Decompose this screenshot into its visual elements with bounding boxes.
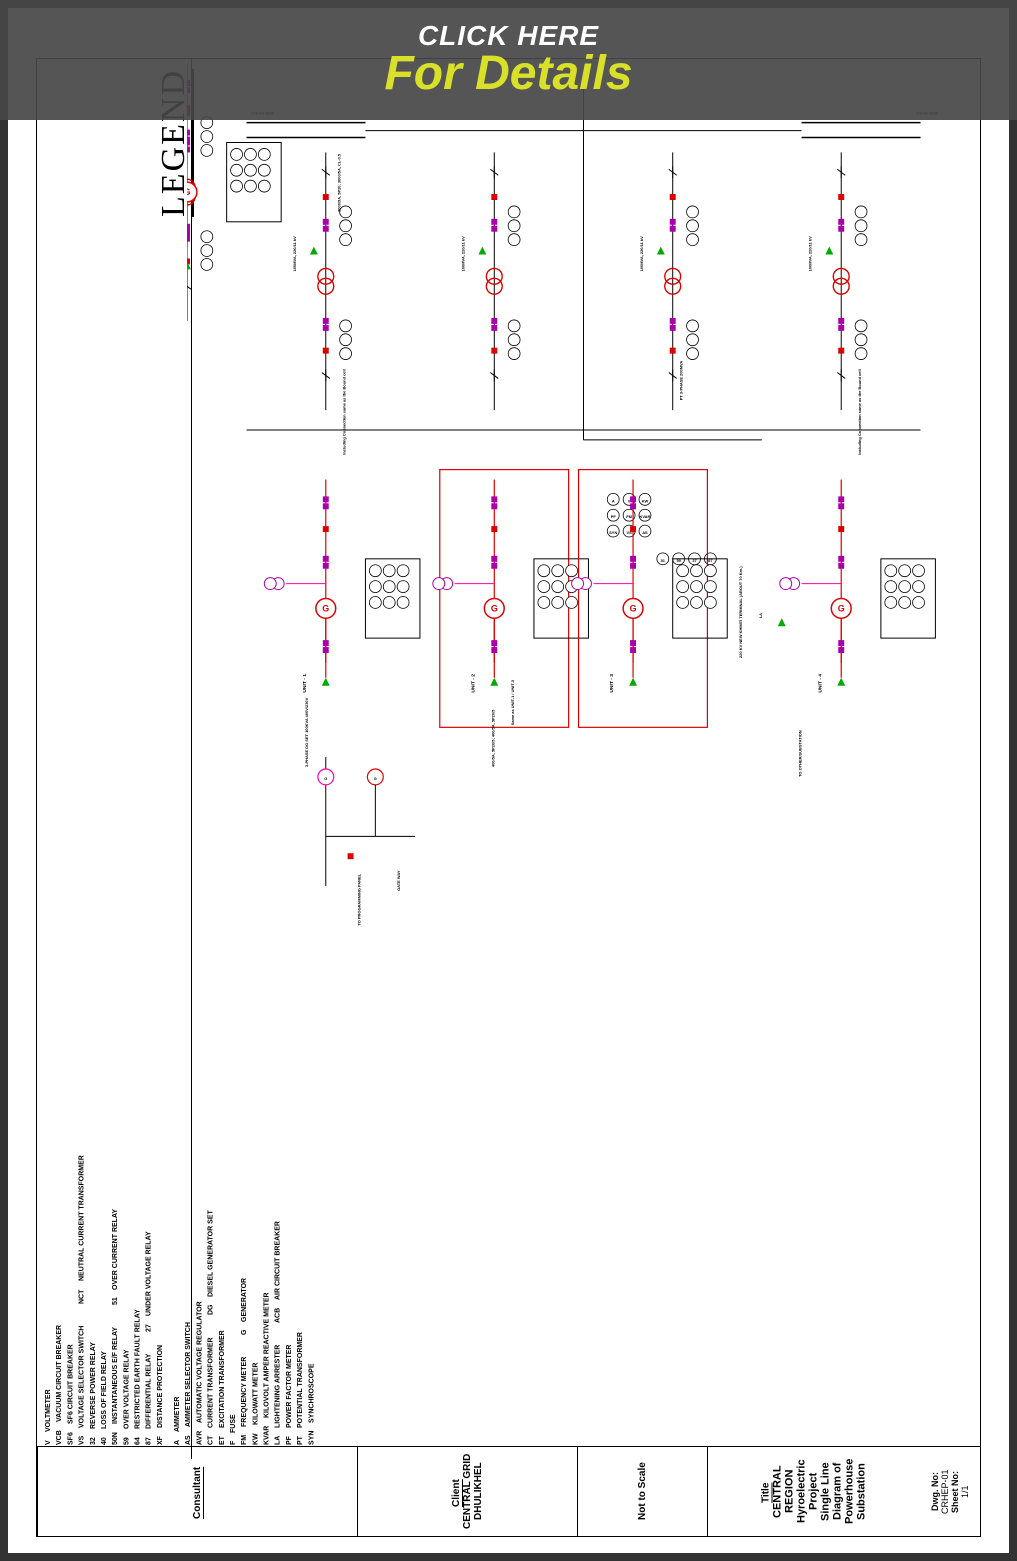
svg-text:KW: KW: [642, 498, 649, 503]
legend-item: XF DISTANCE PROTECTION: [157, 1341, 164, 1445]
legend-item: 32 REVERSE POWER RELAY: [90, 1338, 97, 1445]
legend-item: FM FREQUENCY METER: [241, 1353, 248, 1445]
svg-text:PF: PF: [611, 514, 617, 519]
legend-item: 27 UNDER VOLTAGE RELAY: [146, 1228, 153, 1332]
legend-item: PF POWER FACTOR METER: [286, 1341, 293, 1445]
svg-text:AS: AS: [642, 530, 648, 535]
legend-item: ACB AIR CIRCUIT BREAKER: [275, 1217, 282, 1323]
bay-2: [478, 152, 520, 410]
legend-item: AS AMMETER SELECTOR SWITCH: [185, 1319, 192, 1446]
legend-item: SF6 SF6 CIRCUIT BREAKER: [67, 1341, 74, 1445]
grounding-note-1: Including Connection same as the Bound c…: [342, 369, 347, 454]
svg-text:A: A: [612, 498, 615, 503]
ct-spec-2: 400/5A, 5P20/5; 400/5A, 5P20/5: [490, 709, 495, 767]
grounding-note-2: Including Connection same as the Bound c…: [857, 369, 862, 454]
single-line-diagram: G 220 KV BUS 220 KV BUS LA: [187, 59, 980, 1019]
legend-item: 59 OVER VOLTAGE RELAY: [123, 1346, 130, 1445]
unit-1: UNIT - 1: [264, 480, 420, 693]
legend-item: DG DIESEL GENERATOR SET: [208, 1206, 215, 1315]
svg-text:GATE WAY: GATE WAY: [396, 870, 401, 891]
svg-text:UNIT - 2: UNIT - 2: [470, 674, 476, 693]
unit-2: UNIT - 2 Same as UNIT-1 / UNIT-3: [433, 480, 589, 726]
xfmr1-spec: 100MVA, 220/11 kV: [292, 236, 297, 271]
xfmr3-spec: 100MVA, 220/11 kV: [639, 236, 644, 271]
tb-consultant: Consultant: [37, 1447, 357, 1536]
legend-item: NCT NEUTRAL CURRENT TRANSFORMER: [79, 1152, 86, 1304]
unit-2-box: [440, 470, 569, 728]
legend-item: VCB VACUUM CIRCUIT BREAKER: [56, 1321, 63, 1445]
legend-col-2: V VOLTMETER VCB VACUUM CIRCUIT BREAKER S…: [43, 69, 166, 1449]
svg-text:G: G: [374, 776, 377, 781]
svg-text:UNIT - 4: UNIT - 4: [817, 674, 823, 693]
legend-item: 51 OVER CURRENT RELAY: [112, 1205, 119, 1306]
legend-item: 87 DIFFERENTIAL RELAY: [146, 1350, 153, 1445]
svg-text:Same as UNIT-1 / UNIT-3: Same as UNIT-1 / UNIT-3: [510, 679, 515, 725]
legend-block: LEGEND A AMMETER AS AMMETER SELECTOR SWI…: [37, 59, 192, 1459]
tb-client: Client CENTRAL GRID DHULIKHEL: [357, 1447, 577, 1536]
svg-text:3-PHASE DG SET 100KVA 400V/230: 3-PHASE DG SET 100KVA 400V/230V: [304, 697, 309, 767]
la-label: LA: [758, 613, 763, 618]
legend-item: KVAR KILOVOLT AMPER REACTIVE METER: [264, 1288, 271, 1445]
legend-item: 64 RESTRICTED EARTH FAULT RELAY: [135, 1306, 142, 1445]
tb-dwg: Dwg. No: CRHEP-01 Sheet No: 1/1: [920, 1447, 980, 1536]
terminal-note: 220 KV NEW KHIMTI TERMINAL (ABOUT 70 Km.…: [738, 566, 743, 658]
legend-item: F FUSE: [230, 1410, 237, 1445]
tb-title: Title CENTRAL REGION Hyroelectric Projec…: [707, 1447, 920, 1536]
legend-item: PT POTENTIAL TRANSFORMER: [297, 1328, 304, 1445]
svg-text:TO PROGRAMMING PANEL: TO PROGRAMMING PANEL: [356, 873, 361, 925]
svg-text:UNIT - 1: UNIT - 1: [302, 674, 308, 693]
meter-cluster: A V KW PF FM KVAR SYN VS AS: [607, 493, 651, 537]
svg-text:FM: FM: [626, 514, 632, 519]
tb-scale: Not to Scale: [577, 1447, 707, 1536]
drawing-sheet: LEGEND A AMMETER AS AMMETER SELECTOR SWI…: [36, 58, 981, 1537]
legend-item: A AMMETER: [174, 1393, 181, 1445]
page-border: LEGEND A AMMETER AS AMMETER SELECTOR SWI…: [0, 0, 1017, 1561]
pt-note: PT 3-PHASE 200MVA: [679, 361, 684, 401]
svg-text:SYN: SYN: [609, 530, 617, 535]
xfmr2-spec: 100MVA, 220/11 kV: [461, 236, 466, 271]
xfmr4-spec: 100MVA, 220/11 kV: [807, 236, 812, 271]
legend-item: 40 LOSS OF FIELD RELAY: [101, 1347, 108, 1445]
legend-item: 50N INSTANTANEOUS E/F RELAY: [112, 1323, 119, 1445]
legend-item: AVR AUTOMATIC VOLTAGE REGULATOR: [196, 1297, 203, 1445]
unit-4: UNIT - 4: [780, 480, 936, 693]
legend-item: CT CURRENT TRANSFORMER: [208, 1333, 215, 1445]
legend-item: SYN SYNCHROSCOPE: [308, 1359, 315, 1445]
legend-item: ET EXCITATION TRANSFORMER: [219, 1326, 226, 1445]
aux-dg-branch: G G 3-PHASE DG SET 100KVA 400V/230V GATE…: [304, 697, 415, 925]
title-block: Consultant Client CENTRAL GRID DHULIKHEL…: [37, 1446, 980, 1536]
legend-item: LA LIGHTENING ARRESTER: [275, 1340, 282, 1445]
legend-item: V VOLTMETER: [45, 1386, 52, 1445]
unit-3-box: [579, 470, 708, 728]
ct-spec-1: 3000/5A, 5P20; 3000/5A, CL-0.5: [337, 153, 342, 212]
cta-line2: For Details: [384, 46, 632, 101]
legend-item: KW KILOWATT METER: [252, 1359, 259, 1445]
svg-text:UNIT - 3: UNIT - 3: [609, 674, 615, 693]
to-other: TO OTHER/SUBSTATION: [798, 730, 803, 777]
svg-text:KVAR: KVAR: [639, 514, 650, 519]
legend-item: VS VOLTAGE SELECTOR SWITCH: [79, 1321, 86, 1445]
legend-item: G GENERATOR: [241, 1274, 248, 1335]
svg-text:G: G: [324, 776, 327, 781]
cta-banner[interactable]: CLICK HERE For Details: [0, 0, 1017, 120]
sld-svg: G 220 KV BUS 220 KV BUS LA: [187, 59, 980, 1019]
